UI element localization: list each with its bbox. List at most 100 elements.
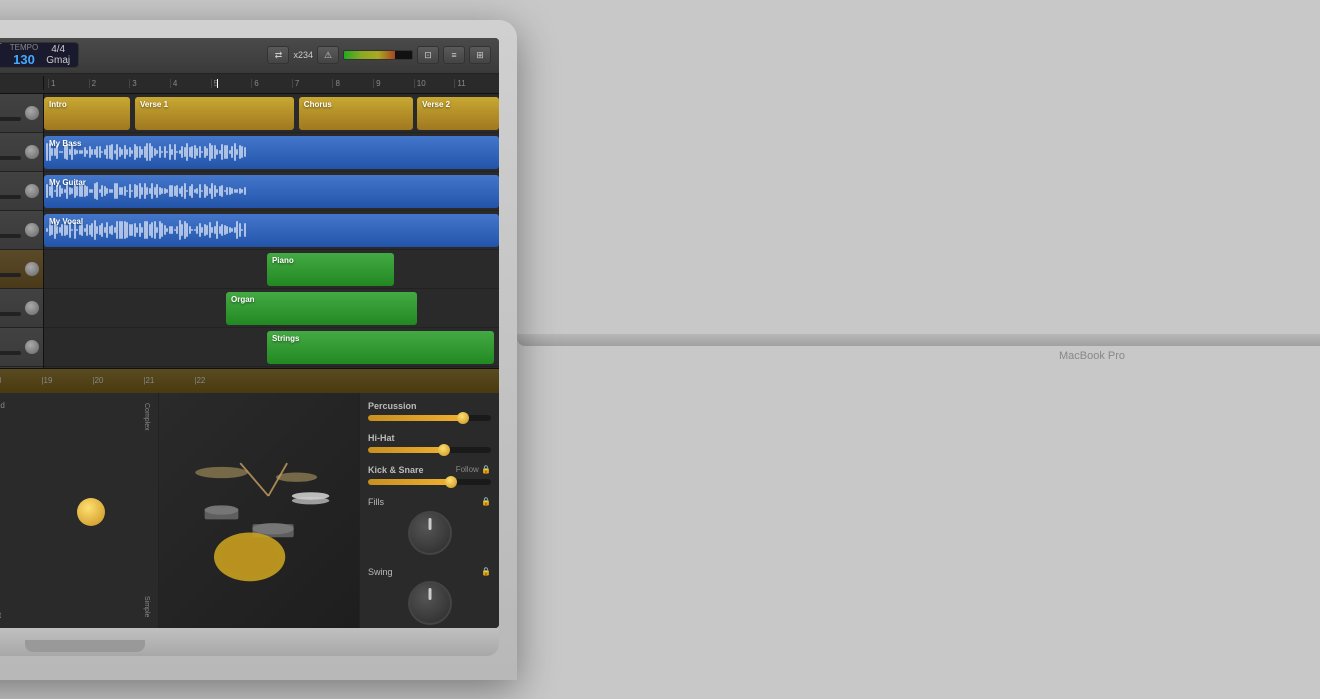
loudness-dot[interactable] [77,498,105,526]
track-header-socal[interactable]: SoCal (Kyle) M S [0,94,43,133]
track-btns-strings: M S [0,348,21,358]
ruler-22: |22 [194,376,205,385]
track-volume-socal[interactable] [0,117,21,121]
main-content: Library Influenced by modern rock, but c… [0,74,499,628]
region-verse2[interactable]: Verse 2 [417,97,499,130]
timeline[interactable]: Intro Verse 1 Chorus Verse 2 [44,94,499,368]
hihat-thumb[interactable] [438,444,450,456]
fills-text: Fills [368,497,384,507]
level-meter [343,50,413,60]
track-header-strings[interactable]: String Section M S [0,328,43,367]
zoom-label: x234 [293,50,313,60]
ruler-mark-10: 10 [414,79,455,88]
hihat-section: Hi-Hat [368,433,491,453]
laptop-notch [25,640,145,652]
track-headers: SoCal (Kyle) M S [0,94,44,368]
track-volume-organ[interactable] [0,312,21,316]
track-pan-socal[interactable] [25,106,39,120]
toolbar: ⊡ ? ⚙ ✂ ⏮ ⏭ ⏹ ▶ ⏺ ↺ BAR 5 BEAT [0,38,499,74]
track-controls-vocal: My Vocal M S [0,219,21,241]
ruler-mark-7: 7 [292,79,333,88]
beats-editor: Beats Presets Crash the Party Echo Park … [0,393,499,628]
browser-btn[interactable]: ⊞ [469,46,491,64]
fills-label: Fills 🔒 [368,497,491,507]
track-pan-piano[interactable] [25,262,39,276]
hihat-label: Hi-Hat [368,433,491,443]
mixer-btn[interactable]: ≡ [443,46,465,64]
hihat-slider[interactable] [368,447,491,453]
record-settings-btn[interactable]: ⊡ [417,46,439,64]
track-pan-strings[interactable] [25,340,39,354]
ruler-21: |21 [143,376,154,385]
track-volume-piano[interactable] [0,273,21,277]
region-piano[interactable]: Piano [267,253,394,286]
region-vocal[interactable]: My Vocal [44,214,499,247]
track-volume-modern-stack[interactable] [0,156,21,160]
swing-knob[interactable] [408,581,452,625]
track-btns-socal: M S [0,114,21,124]
track-name-socal: SoCal (Kyle) [0,102,21,112]
screen: ⊡ ? ⚙ ✂ ⏮ ⏭ ⏹ ▶ ⏺ ↺ BAR 5 BEAT [0,38,499,628]
macbook-label: MacBook Pro [517,346,1320,366]
simple-label: Simple [143,596,150,617]
track-pan-vocal[interactable] [25,223,39,237]
track-controls-piano: Grand Piano M S [0,258,21,280]
region-strings[interactable]: Strings [267,331,495,364]
tempo-label: TEMPO [10,43,38,52]
bottom-section: ▦ ⚙ Chorus |17 |18 |19 |20 |21 |22 [0,369,499,628]
region-chorus[interactable]: Chorus [299,97,413,130]
region-label-verse2: Verse 2 [422,100,450,109]
track-volume-guitar[interactable] [0,195,21,199]
ruler-19: |19 [41,376,52,385]
kick-snare-slider[interactable] [368,479,491,485]
region-intro[interactable]: Intro [44,97,130,130]
warning-btn[interactable]: ⚠ [317,46,339,64]
swing-text: Swing [368,567,393,577]
fills-lock-icon: 🔒 [481,497,491,506]
ruler-mark-11: 11 [454,79,495,88]
laptop-base-section: MacBook Pro [517,334,1320,366]
track-name-vocal: My Vocal [0,219,21,229]
fills-knob[interactable] [408,511,452,555]
loudness-top-label: Loud [0,401,5,410]
ruler-18: |18 [0,376,1,385]
track-pan-organ[interactable] [25,301,39,315]
track-header-organ[interactable]: Classic Rock Organ M S [0,289,43,328]
percussion-label: Percussion [368,401,491,411]
swing-section: Swing 🔒 8th 16th [368,567,491,628]
beat-label: BEAT [0,42,2,51]
region-bass[interactable]: My Bass [44,136,499,169]
track-volume-strings[interactable] [0,351,21,355]
track-btns-guitar: M S [0,192,21,202]
toolbar-right: ⇄ x234 ⚠ ⊡ ≡ ⊞ [267,46,491,64]
track-header-guitar[interactable]: My Guitar M S [0,172,43,211]
track-header-piano[interactable]: Grand Piano M S [0,250,43,289]
timeline-row-vocal: My Vocal [44,211,499,250]
region-label-piano: Piano [272,256,294,265]
loop-btn[interactable]: ⇄ [267,46,289,64]
region-label-strings: Strings [272,334,300,343]
region-organ[interactable]: Organ [226,292,417,325]
track-pan-modern-stack[interactable] [25,145,39,159]
laptop-base [517,334,1320,346]
region-verse1[interactable]: Verse 1 [135,97,294,130]
ruler-mark-8: 8 [332,79,373,88]
kick-snare-thumb[interactable] [445,476,457,488]
track-name-organ: Classic Rock Organ [0,297,21,307]
waveform-vocal [44,214,499,247]
track-controls-organ: Classic Rock Organ M S [0,297,21,319]
level-fill [344,51,395,59]
ruler-20: |20 [92,376,103,385]
bottom-header: ▦ ⚙ Chorus |17 |18 |19 |20 |21 |22 [0,369,499,393]
bottom-ruler: |17 |18 |19 |20 |21 |22 [0,376,491,385]
loudness-panel: Loud Soft Complex Simple [0,393,159,628]
track-header-vocal[interactable]: My Vocal M S [0,211,43,250]
track-header-modern-stack[interactable]: Modern Stack M S [0,133,43,172]
track-pan-guitar[interactable] [25,184,39,198]
percussion-thumb[interactable] [457,412,469,424]
percussion-slider[interactable] [368,415,491,421]
track-volume-vocal[interactable] [0,234,21,238]
tracks-body: SoCal (Kyle) M S [0,94,499,368]
loudness-bot-label: Soft [0,611,1,620]
region-guitar[interactable]: My Guitar [44,175,499,208]
